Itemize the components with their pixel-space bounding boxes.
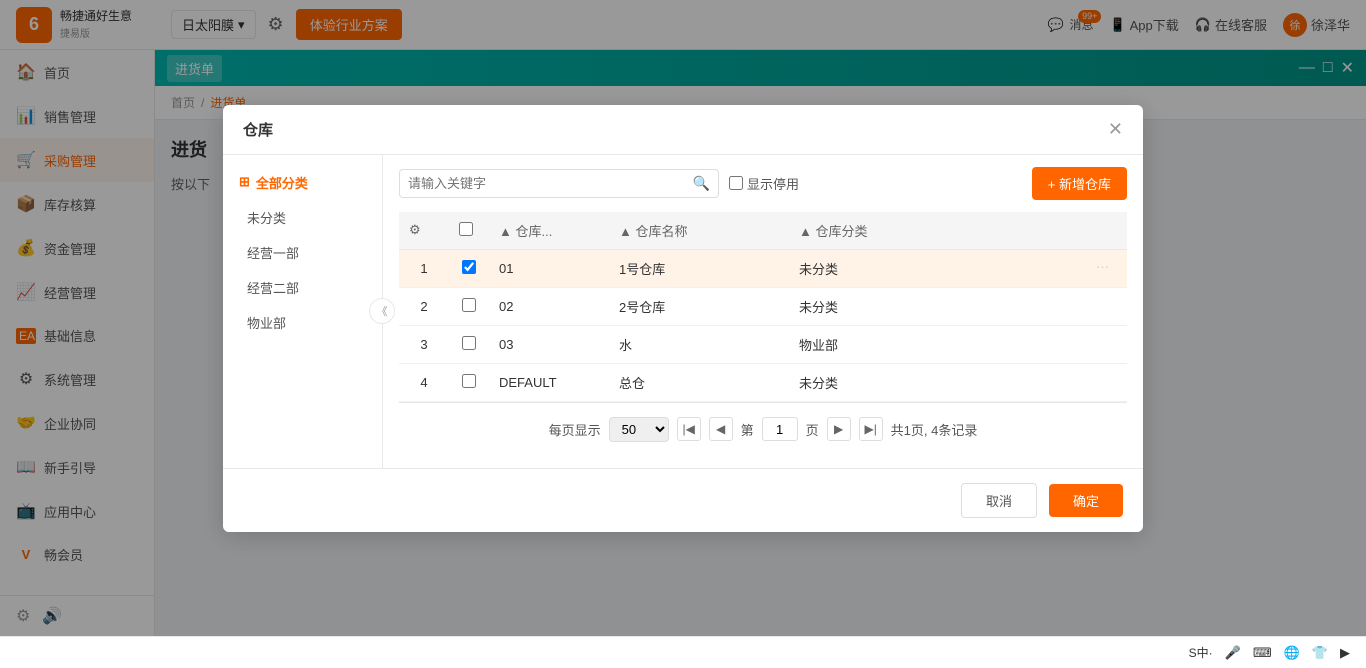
confirm-button[interactable]: 确定 <box>1049 484 1123 517</box>
modal-body: ⊞ 全部分类 未分类 经营一部 经营二部 物业部 《 🔍 <box>223 155 1143 468</box>
row-checkbox[interactable] <box>462 260 476 274</box>
last-page-button[interactable]: ▶| <box>859 417 883 441</box>
row-category: 物业部 <box>789 325 1127 363</box>
table-row[interactable]: 3 03 水 物业部 <box>399 325 1127 363</box>
row-code: 03 <box>489 325 609 363</box>
per-page-select[interactable]: 10 20 50 100 <box>609 417 669 442</box>
row-code: DEFAULT <box>489 363 609 401</box>
table-body: 1 01 1号仓库 未分类··· 2 02 2号仓库 未分类 3 03 水 物业… <box>399 249 1127 401</box>
prev-page-button[interactable]: ◀ <box>709 417 733 441</box>
select-all-checkbox[interactable] <box>459 222 473 236</box>
modal-close-button[interactable]: ✕ <box>1108 119 1123 140</box>
next-page-button[interactable]: ▶ <box>827 417 851 441</box>
first-page-button[interactable]: |◀ <box>677 417 701 441</box>
col-header-gear[interactable]: ⚙ <box>399 212 449 250</box>
col-header-name[interactable]: ▲ 仓库名称 <box>609 212 789 250</box>
search-box: 🔍 <box>399 169 719 198</box>
page-summary: 共1页, 4条记录 <box>891 420 978 439</box>
modal-overlay: 仓库 ✕ ⊞ 全部分类 未分类 经营一部 经营二部 物业部 《 <box>0 0 1366 636</box>
table-row[interactable]: 2 02 2号仓库 未分类 <box>399 287 1127 325</box>
row-num: 3 <box>399 325 449 363</box>
keyboard-icon[interactable]: ⌨ <box>1253 645 1272 661</box>
cancel-button[interactable]: 取消 <box>961 483 1037 518</box>
table-row[interactable]: 4 DEFAULT 总仓 未分类 <box>399 363 1127 401</box>
play-icon[interactable]: ▶ <box>1340 645 1350 661</box>
row-category: 未分类 <box>789 363 1127 401</box>
row-checkbox[interactable] <box>462 298 476 312</box>
table-header: ⚙ ▲ 仓库... ▲ 仓库名称 ▲ 仓库分类 <box>399 212 1127 250</box>
row-checkbox-cell[interactable] <box>449 287 489 325</box>
row-name: 1号仓库 <box>609 249 789 287</box>
row-num: 4 <box>399 363 449 401</box>
row-checkbox[interactable] <box>462 336 476 350</box>
row-num: 1 <box>399 249 449 287</box>
row-checkbox[interactable] <box>462 374 476 388</box>
category-item-unclassified[interactable]: 未分类 <box>223 200 382 235</box>
warehouse-modal: 仓库 ✕ ⊞ 全部分类 未分类 经营一部 经营二部 物业部 《 <box>223 105 1143 532</box>
ime-icon[interactable]: S中· <box>1189 644 1213 661</box>
language-icon[interactable]: 🌐 <box>1284 645 1300 661</box>
modal-content-area: 🔍 显示停用 + 新增仓库 ⚙ <box>383 155 1143 468</box>
warehouse-table: ⚙ ▲ 仓库... ▲ 仓库名称 ▲ 仓库分类 <box>399 212 1127 402</box>
search-input[interactable] <box>408 176 687 191</box>
modal-footer: 取消 确定 <box>223 468 1143 532</box>
category-sidebar: ⊞ 全部分类 未分类 经营一部 经营二部 物业部 《 <box>223 155 383 468</box>
table-row[interactable]: 1 01 1号仓库 未分类··· <box>399 249 1127 287</box>
show-disabled-checkbox[interactable] <box>729 176 743 190</box>
page-label: 第 <box>741 420 754 439</box>
category-item-ops1[interactable]: 经营一部 <box>223 235 382 270</box>
category-grid-icon: ⊞ <box>239 174 250 190</box>
category-all[interactable]: ⊞ 全部分类 <box>223 165 382 200</box>
collapse-sidebar-button[interactable]: 《 <box>369 298 395 324</box>
col-header-category[interactable]: ▲ 仓库分类 <box>789 212 1127 250</box>
add-warehouse-button[interactable]: + 新增仓库 <box>1032 167 1127 200</box>
row-category: 未分类 <box>789 287 1127 325</box>
table-container: ⚙ ▲ 仓库... ▲ 仓库名称 ▲ 仓库分类 <box>399 212 1127 402</box>
per-page-label: 每页显示 <box>549 420 601 439</box>
col-header-check[interactable] <box>449 212 489 250</box>
row-code: 01 <box>489 249 609 287</box>
row-num: 2 <box>399 287 449 325</box>
modal-pagination: 每页显示 10 20 50 100 |◀ ◀ 第 页 ▶ ▶| 共1页, 4条记… <box>399 402 1127 456</box>
modal-header: 仓库 ✕ <box>223 105 1143 155</box>
search-icon[interactable]: 🔍 <box>693 175 710 192</box>
row-code: 02 <box>489 287 609 325</box>
page-number-input[interactable] <box>762 417 798 441</box>
category-item-property[interactable]: 物业部 <box>223 305 382 340</box>
modal-title: 仓库 <box>243 119 273 140</box>
row-name: 水 <box>609 325 789 363</box>
row-category: 未分类··· <box>789 249 1127 287</box>
row-checkbox-cell[interactable] <box>449 325 489 363</box>
shirt-icon[interactable]: 👕 <box>1312 645 1328 661</box>
page-suffix: 页 <box>806 420 819 439</box>
row-checkbox-cell[interactable] <box>449 249 489 287</box>
category-item-ops2[interactable]: 经营二部 <box>223 270 382 305</box>
microphone-icon[interactable]: 🎤 <box>1225 645 1241 661</box>
status-bar: S中· 🎤 ⌨ 🌐 👕 ▶ <box>0 636 1366 668</box>
col-header-code[interactable]: ▲ 仓库... <box>489 212 609 250</box>
show-disabled-label[interactable]: 显示停用 <box>729 174 799 193</box>
modal-toolbar: 🔍 显示停用 + 新增仓库 <box>399 167 1127 200</box>
row-name: 总仓 <box>609 363 789 401</box>
row-checkbox-cell[interactable] <box>449 363 489 401</box>
row-name: 2号仓库 <box>609 287 789 325</box>
